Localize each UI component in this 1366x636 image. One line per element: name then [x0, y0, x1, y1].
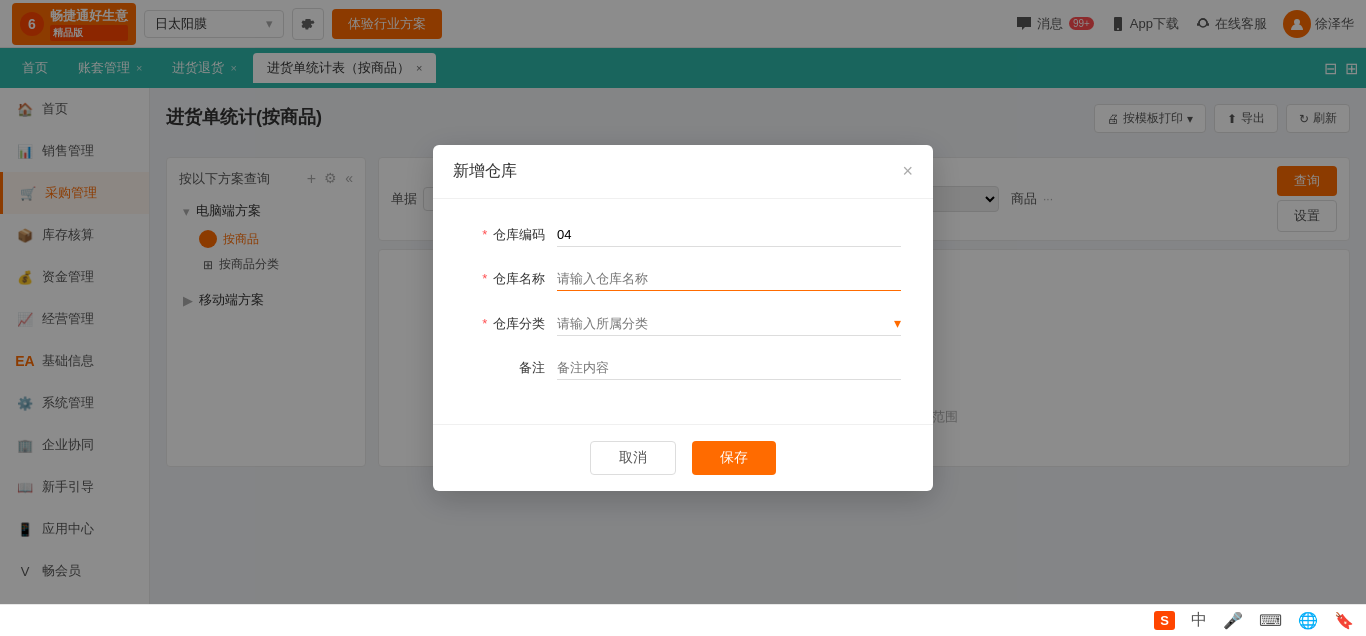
- name-input[interactable]: [557, 267, 901, 291]
- form-row-note: 备注: [465, 356, 901, 380]
- category-dropdown-icon: ▾: [894, 315, 901, 331]
- modal-header: 新增仓库 ×: [433, 145, 933, 199]
- save-button[interactable]: 保存: [692, 441, 776, 475]
- name-label: * 仓库名称: [465, 270, 545, 288]
- form-row-category: * 仓库分类 ▾: [465, 311, 901, 336]
- form-row-name: * 仓库名称: [465, 267, 901, 291]
- modal-overlay: 新增仓库 × * 仓库编码 * 仓库名称: [0, 0, 1366, 636]
- note-input[interactable]: [557, 356, 901, 380]
- category-input[interactable]: [557, 316, 894, 331]
- modal-body: * 仓库编码 * 仓库名称 * 仓库分类: [433, 199, 933, 424]
- bookmark-icon[interactable]: 🔖: [1334, 611, 1354, 630]
- category-label: * 仓库分类: [465, 315, 545, 333]
- keyboard-icon[interactable]: ⌨: [1259, 611, 1282, 630]
- code-label: * 仓库编码: [465, 226, 545, 244]
- chinese-icon[interactable]: 中: [1191, 610, 1207, 631]
- new-warehouse-modal: 新增仓库 × * 仓库编码 * 仓库名称: [433, 145, 933, 491]
- modal-close-button[interactable]: ×: [902, 161, 913, 182]
- form-row-code: * 仓库编码: [465, 223, 901, 247]
- modal-footer: 取消 保存: [433, 424, 933, 491]
- lang-icon[interactable]: 🌐: [1298, 611, 1318, 630]
- modal-title: 新增仓库: [453, 161, 517, 182]
- category-select[interactable]: ▾: [557, 311, 901, 336]
- mic-icon[interactable]: 🎤: [1223, 611, 1243, 630]
- cancel-button[interactable]: 取消: [590, 441, 676, 475]
- code-input[interactable]: [557, 223, 901, 247]
- s-logo: S: [1154, 611, 1175, 630]
- bottom-bar: S 中 🎤 ⌨ 🌐 🔖: [0, 604, 1366, 636]
- note-label: 备注: [465, 359, 545, 377]
